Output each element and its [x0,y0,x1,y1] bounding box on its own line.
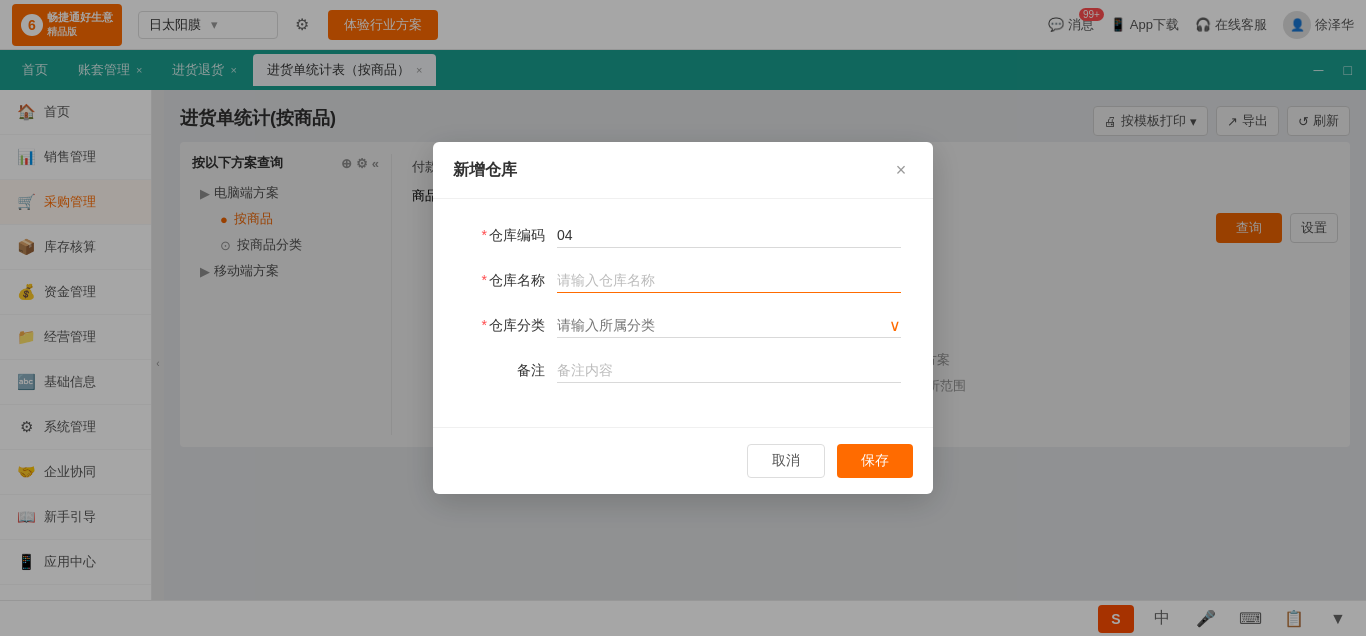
modal-header: 新增仓库 × [433,142,933,199]
remark-input[interactable] [557,358,901,383]
warehouse-code-row: 仓库编码 [465,223,901,248]
modal-footer: 取消 保存 [433,427,933,494]
warehouse-category-row: 仓库分类 ∨ [465,313,901,338]
name-input[interactable] [557,268,901,293]
category-dropdown-icon[interactable]: ∨ [889,316,901,335]
modal-title: 新增仓库 [453,160,517,181]
code-input[interactable] [557,223,901,248]
new-warehouse-modal: 新增仓库 × 仓库编码 仓库名称 仓库分类 ∨ [433,142,933,494]
modal-overlay: 新增仓库 × 仓库编码 仓库名称 仓库分类 ∨ [0,0,1366,636]
remark-label: 备注 [465,362,545,380]
warehouse-name-row: 仓库名称 [465,268,901,293]
name-label: 仓库名称 [465,272,545,290]
cancel-button[interactable]: 取消 [747,444,825,478]
save-button[interactable]: 保存 [837,444,913,478]
modal-body: 仓库编码 仓库名称 仓库分类 ∨ 备注 [433,199,933,427]
category-label: 仓库分类 [465,317,545,335]
category-input[interactable] [557,313,889,337]
code-label: 仓库编码 [465,227,545,245]
category-select-row: ∨ [557,313,901,338]
remark-row: 备注 [465,358,901,383]
modal-close-button[interactable]: × [889,158,913,182]
